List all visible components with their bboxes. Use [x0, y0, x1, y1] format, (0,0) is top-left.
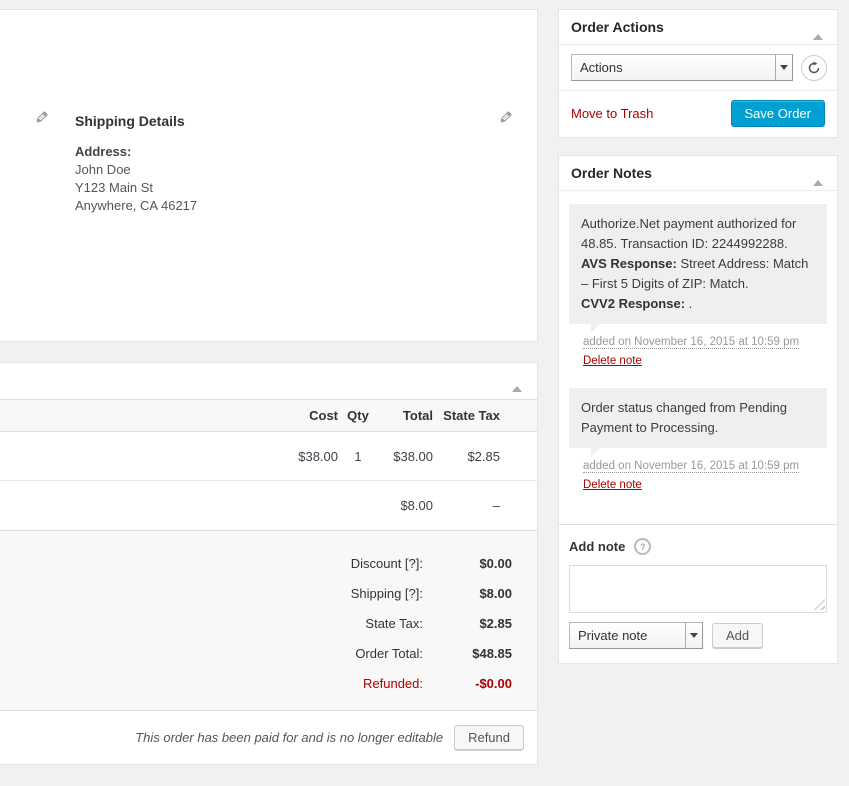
note-timestamp: added on November 16, 2015 at 10:59 pm — [583, 336, 800, 349]
shipping-line-total: $8.00 — [400, 498, 433, 513]
order-note: Authorize.Net payment authorized for 48.… — [569, 204, 827, 370]
shipping-line-row: $8.00 – — [0, 481, 537, 531]
paid-notice: This order has been paid for and is no l… — [135, 730, 444, 745]
note-text: Authorize.Net payment authorized for 48.… — [581, 216, 797, 251]
note-type-select[interactable]: Private note — [569, 622, 703, 649]
note-meta: added on November 16, 2015 at 10:59 pm D… — [583, 458, 827, 494]
order-note: Order status changed from Pending Paymen… — [569, 388, 827, 494]
line-item-state-tax: $2.85 — [467, 448, 500, 464]
address-label: Address: — [75, 144, 132, 159]
total-value: $48.85 — [472, 645, 512, 661]
line-item-cost: $38.00 — [298, 448, 338, 464]
total-label: Discount [?]: — [350, 555, 423, 571]
order-actions-submit-row: Move to Trash Save Order — [559, 91, 837, 137]
refund-button[interactable]: Refund — [454, 725, 524, 750]
save-order-button[interactable]: Save Order — [730, 100, 825, 127]
order-notes-list: Authorize.Net payment authorized for 48.… — [559, 191, 837, 508]
total-value: $0.00 — [479, 555, 512, 571]
note-content: Authorize.Net payment authorized for 48.… — [569, 204, 827, 324]
order-actions-select[interactable]: Actions — [571, 54, 793, 81]
total-label: Refunded: — [363, 675, 423, 691]
total-row-refunded: Refunded: -$0.00 — [0, 668, 512, 698]
address-line-street: Y123 Main St — [75, 180, 154, 195]
shipping-line-state-tax: – — [492, 498, 500, 513]
note-content: Order status changed from Pending Paymen… — [569, 388, 827, 448]
note-bubble-tail — [591, 324, 600, 333]
column-header-cost: Cost — [309, 408, 338, 423]
edit-billing-pencil-icon[interactable] — [34, 109, 50, 125]
note-timestamp: added on November 16, 2015 at 10:59 pm — [583, 460, 800, 473]
column-header-total: Total — [402, 408, 433, 423]
order-notes-panel: Order Notes Authorize.Net payment author… — [558, 155, 838, 664]
total-row-state-tax: State Tax: $2.85 — [0, 608, 512, 638]
order-notes-title: Order Notes — [571, 165, 652, 181]
line-item-qty: 1 — [354, 448, 362, 464]
total-value: -$0.00 — [475, 675, 512, 691]
delete-note-link[interactable]: Delete note — [583, 353, 642, 370]
selected-action: Actions — [580, 60, 623, 75]
total-row-order-total: Order Total: $48.85 — [0, 638, 512, 668]
cvv2-response-label: CVV2 Response: — [581, 296, 686, 311]
note-text-cvv: CVV2 Response: . — [581, 296, 693, 311]
note-text: Order status changed from Pending Paymen… — [581, 400, 787, 435]
shipping-address: Address: John Doe Y123 Main St Anywhere,… — [75, 143, 197, 215]
address-line-city: Anywhere, CA 46217 — [75, 198, 198, 213]
order-actions-header: Order Actions — [559, 10, 837, 45]
help-icon: ? — [634, 538, 652, 555]
order-items-panel-header — [0, 363, 537, 399]
order-totals: Discount [?]: $0.00 Shipping [?]: $8.00 … — [0, 531, 537, 710]
total-label: Order Total: — [355, 645, 423, 661]
items-table-header: Cost Qty Total State Tax — [0, 399, 537, 432]
column-header-qty: Qty — [347, 408, 369, 423]
order-notes-header: Order Notes — [559, 156, 837, 191]
reload-icon[interactable] — [801, 54, 827, 81]
address-line-name: John Doe — [75, 162, 131, 177]
total-value: $8.00 — [479, 585, 512, 601]
select-arrow-icon — [775, 55, 792, 80]
collapse-toggle-icon[interactable] — [510, 371, 524, 392]
sidebar-column: Order Actions Actions Move to Trash Save… — [558, 9, 838, 664]
add-note-label: Add note — [569, 539, 626, 554]
note-text-avs: AVS Response: Street Address: Match – Fi… — [581, 256, 809, 291]
line-item-total: $38.00 — [393, 448, 433, 464]
add-note-section: Add note ? Private note Add — [559, 524, 837, 663]
note-textarea[interactable] — [569, 565, 827, 613]
avs-response-label: AVS Response: — [581, 256, 677, 271]
select-arrow-icon — [685, 623, 702, 648]
selected-note-type: Private note — [578, 628, 648, 643]
order-content-column: Shipping Details Address: John Doe Y123 … — [0, 9, 538, 765]
total-row-discount: Discount [?]: $0.00 — [0, 548, 512, 578]
total-row-shipping: Shipping [?]: $8.00 — [0, 578, 512, 608]
note-meta: added on November 16, 2015 at 10:59 pm D… — [583, 334, 827, 370]
move-to-trash-link[interactable]: Move to Trash — [571, 106, 653, 121]
column-header-state-tax: State Tax — [443, 408, 500, 423]
edit-shipping-pencil-icon[interactable] — [498, 109, 514, 125]
total-value: $2.85 — [479, 615, 512, 631]
total-label: State Tax: — [365, 615, 423, 631]
order-actions-select-row: Actions — [559, 45, 837, 91]
collapse-toggle-icon[interactable] — [811, 165, 825, 186]
add-note-button[interactable]: Add — [712, 623, 764, 648]
collapse-toggle-icon[interactable] — [811, 19, 825, 40]
order-actions-panel: Order Actions Actions Move to Trash Save… — [558, 9, 838, 138]
order-data-panel: Shipping Details Address: John Doe Y123 … — [0, 9, 538, 342]
note-bubble-tail — [591, 448, 600, 457]
total-label: Shipping [?]: — [350, 585, 423, 601]
order-items-panel: Cost Qty Total State Tax $38.00 1 $38.00… — [0, 362, 538, 765]
delete-note-link[interactable]: Delete note — [583, 477, 642, 494]
shipping-details-title: Shipping Details — [75, 113, 185, 129]
line-item-row: $38.00 1 $38.00 $2.85 — [0, 432, 537, 481]
order-items-footer: This order has been paid for and is no l… — [0, 710, 537, 764]
order-actions-title: Order Actions — [571, 19, 664, 35]
